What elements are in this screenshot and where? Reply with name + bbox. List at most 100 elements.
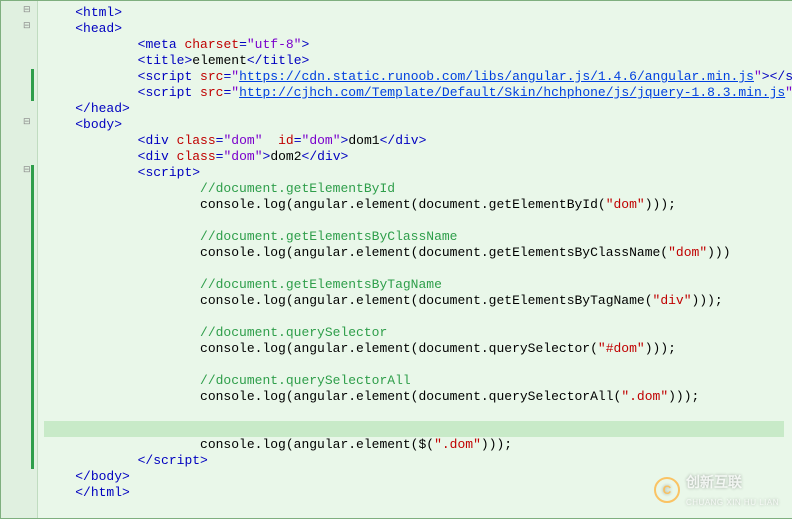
token-tag: > xyxy=(114,21,122,36)
token-attr-name: src xyxy=(200,85,223,100)
code-line: console.log(angular.element($(".dom"))); xyxy=(44,437,792,453)
token-txt: console.log(angular.element(document.get… xyxy=(200,197,606,212)
code-line: <script src="http://cjhch.com/Template/D… xyxy=(44,85,792,101)
code-line: <head> xyxy=(44,21,792,37)
code-editor: ⊟⊟⊟⊟ <html> <head> <meta charset="utf-8"… xyxy=(0,0,792,519)
token-link: http://cjhch.com/Template/Default/Skin/h… xyxy=(239,85,785,100)
fold-toggle-icon[interactable]: ⊟ xyxy=(23,165,31,175)
token-tag xyxy=(263,133,279,148)
change-marker xyxy=(31,165,34,469)
token-tag: > xyxy=(200,453,208,468)
code-line: <div class="dom">dom2</div> xyxy=(44,149,792,165)
code-line: //document.getElementById xyxy=(44,181,792,197)
code-line: console.log(angular.element(document.get… xyxy=(44,245,792,261)
code-line: <body> xyxy=(44,117,792,133)
token-txt: dom2 xyxy=(270,149,301,164)
token-tag: body xyxy=(83,117,114,132)
code-line: //document.querySelectorAll xyxy=(44,373,792,389)
code-line: console.log(angular.element(document.que… xyxy=(44,389,792,405)
token-tag: > xyxy=(301,37,309,52)
token-attr-val: " xyxy=(231,85,239,100)
code-line xyxy=(44,261,792,277)
code-line: console.log(angular.element(document.que… xyxy=(44,341,792,357)
token-attr-val: "dom" xyxy=(223,133,262,148)
token-str: "dom" xyxy=(606,197,645,212)
token-tag: = xyxy=(239,37,247,52)
token-txt: console.log(angular.element(document.get… xyxy=(200,293,652,308)
token-tag: > xyxy=(192,165,200,180)
token-tag: > xyxy=(122,101,130,116)
token-cmt: //document.querySelector xyxy=(200,325,387,340)
token-tag: script xyxy=(145,69,200,84)
token-str: "div" xyxy=(653,293,692,308)
token-txt: ))); xyxy=(645,341,676,356)
watermark: C 创新互联 CHUANG XIN HU LIAN xyxy=(654,472,779,508)
token-str: ".dom" xyxy=(434,437,481,452)
token-attr-name: charset xyxy=(184,37,239,52)
code-line xyxy=(44,405,792,421)
token-tag: > xyxy=(122,469,130,484)
token-tag: title xyxy=(145,53,184,68)
fold-toggle-icon[interactable]: ⊟ xyxy=(23,117,31,127)
token-attr-name: src xyxy=(200,69,223,84)
token-tag: </ xyxy=(302,149,318,164)
token-txt: ))); xyxy=(692,293,723,308)
token-txt: ))); xyxy=(668,389,699,404)
code-line xyxy=(44,213,792,229)
token-txt: ))) xyxy=(707,245,730,260)
token-txt: console.log(angular.element(document.get… xyxy=(200,245,668,260)
token-tag: head xyxy=(91,101,122,116)
token-tag: div xyxy=(145,149,176,164)
token-txt: console.log(angular.element(document.que… xyxy=(200,341,598,356)
token-tag: </ xyxy=(380,133,396,148)
token-tag: div xyxy=(145,133,176,148)
code-line: <title>element</title> xyxy=(44,53,792,69)
token-tag: head xyxy=(83,21,114,36)
code-line: //document.getElementsByClassName xyxy=(44,229,792,245)
token-tag: title xyxy=(262,53,301,68)
token-txt: ))); xyxy=(481,437,512,452)
token-txt: console.log(angular.element(document.que… xyxy=(200,389,621,404)
token-txt: element xyxy=(192,53,247,68)
token-txt: console.log(angular.element($( xyxy=(200,437,434,452)
token-tag: body xyxy=(91,469,122,484)
token-tag: < xyxy=(75,117,83,132)
code-line: <script> xyxy=(44,165,792,181)
token-attr-name: id xyxy=(278,133,294,148)
token-attr-val: " xyxy=(785,85,792,100)
token-tag: > xyxy=(419,133,427,148)
token-tag: > xyxy=(114,117,122,132)
token-str: ".dom" xyxy=(621,389,668,404)
token-str: "dom" xyxy=(668,245,707,260)
token-tag: = xyxy=(294,133,302,148)
token-attr-val: " xyxy=(754,69,762,84)
token-tag: > xyxy=(114,5,122,20)
token-cmt: //document.getElementsByTagName xyxy=(200,277,442,292)
code-line: <html> xyxy=(44,5,792,21)
token-tag: > xyxy=(341,149,349,164)
token-attr-val: " xyxy=(231,69,239,84)
token-txt: dom1 xyxy=(348,133,379,148)
token-tag: </ xyxy=(247,53,263,68)
fold-toggle-icon[interactable]: ⊟ xyxy=(23,5,31,15)
token-tag: > xyxy=(122,485,130,500)
token-attr-val: "utf-8" xyxy=(247,37,302,52)
code-line: <script src="https://cdn.static.runoob.c… xyxy=(44,69,792,85)
token-tag: < xyxy=(75,5,83,20)
watermark-brand: 创新互联 xyxy=(686,474,742,490)
token-tag: html xyxy=(83,5,114,20)
token-tag: html xyxy=(91,485,122,500)
code-line: console.log(angular.element(document.get… xyxy=(44,197,792,213)
token-tag: script xyxy=(145,85,200,100)
code-line: console.log(angular.element(document.get… xyxy=(44,293,792,309)
token-tag: > xyxy=(302,53,310,68)
token-attr-val: "dom" xyxy=(302,133,341,148)
token-attr-name: class xyxy=(177,133,216,148)
token-tag: < xyxy=(75,21,83,36)
token-tag: div xyxy=(395,133,418,148)
fold-toggle-icon[interactable]: ⊟ xyxy=(23,21,31,31)
token-tag: </ xyxy=(75,485,91,500)
code-line: <meta charset="utf-8"> xyxy=(44,37,792,53)
token-attr-name: class xyxy=(177,149,216,164)
code-line: //document.querySelector xyxy=(44,325,792,341)
